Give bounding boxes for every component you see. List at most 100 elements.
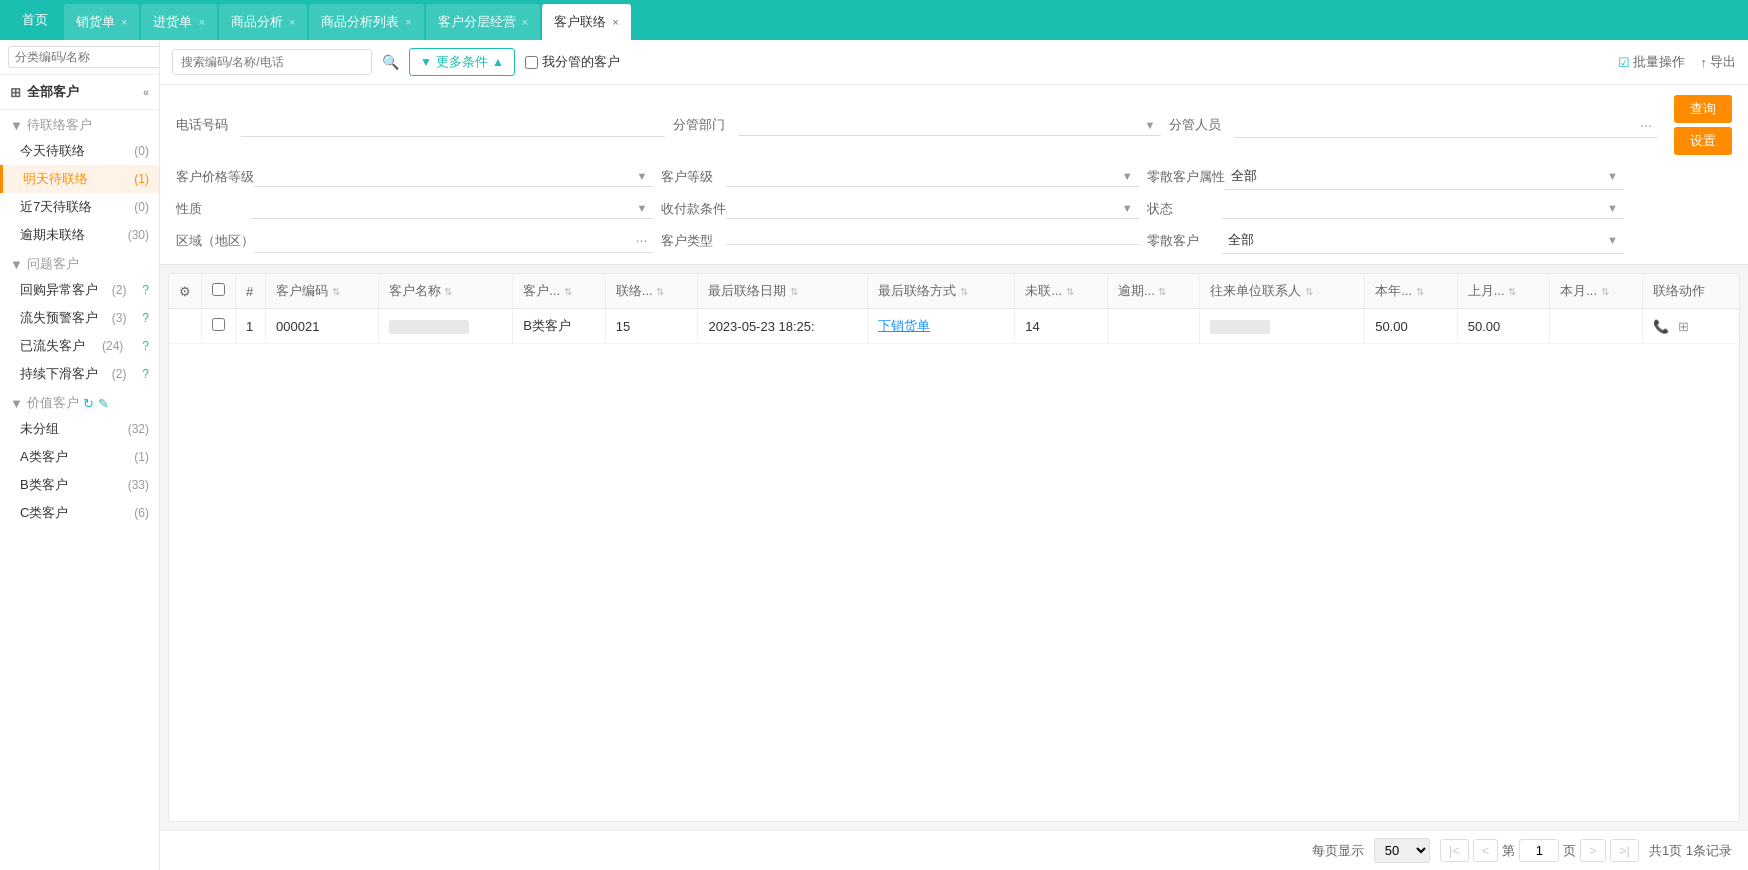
- row-checkbox[interactable]: [202, 309, 236, 344]
- page-number-input[interactable]: [1519, 839, 1559, 862]
- chevron-down-icon: ▼: [636, 170, 647, 182]
- chevron-down-icon: ▼: [1122, 202, 1133, 214]
- col-name[interactable]: 客户名称 ⇅: [378, 274, 513, 309]
- col-unreached[interactable]: 未联... ⇅: [1015, 274, 1108, 309]
- row-this-month: [1550, 309, 1643, 344]
- col-overdue[interactable]: 逾期... ⇅: [1107, 274, 1200, 309]
- sidebar-item-overdue[interactable]: 逾期未联络 (30): [0, 221, 159, 249]
- col-contacts[interactable]: 联络... ⇅: [605, 274, 698, 309]
- close-icon[interactable]: ×: [612, 16, 618, 28]
- sidebar-item-class-a[interactable]: A类客户 (1): [0, 443, 159, 471]
- next-page-button[interactable]: >: [1580, 839, 1606, 862]
- sidebar-item-churned[interactable]: 已流失客户 (24) ?: [0, 332, 159, 360]
- sidebar-item-7days[interactable]: 近7天待联络 (0): [0, 193, 159, 221]
- content-area: 🔍 ▼ 更多条件 ▲ 我分管的客户 ☑ 批量操作 ↑ 导出: [160, 40, 1748, 870]
- action-qr-icon[interactable]: ⊞: [1678, 319, 1689, 334]
- row-unit-contacts: [1200, 309, 1365, 344]
- sidebar-all-customers[interactable]: ⊞ 全部客户 «: [0, 75, 159, 110]
- page-label: 第: [1502, 842, 1515, 860]
- close-icon[interactable]: ×: [289, 16, 295, 28]
- prev-page-button[interactable]: <: [1473, 839, 1499, 862]
- nature-select[interactable]: ▼: [251, 198, 653, 219]
- set-button[interactable]: 设置: [1674, 127, 1732, 155]
- sidebar-group-title-problem[interactable]: ▼ 问题客户: [0, 249, 159, 276]
- last-page-button[interactable]: >|: [1610, 839, 1639, 862]
- close-icon[interactable]: ×: [522, 16, 528, 28]
- col-actions: 联络动作: [1642, 274, 1739, 309]
- collapse-icon: «: [143, 86, 149, 98]
- col-last-date[interactable]: 最后联络日期 ⇅: [698, 274, 868, 309]
- first-page-button[interactable]: |<: [1440, 839, 1469, 862]
- row-unreached: 14: [1015, 309, 1108, 344]
- per-page-select[interactable]: 50 100 200: [1374, 838, 1430, 863]
- row-this-year: 50.00: [1365, 309, 1458, 344]
- ellipsis-icon: ···: [1640, 117, 1652, 133]
- close-icon[interactable]: ×: [121, 16, 127, 28]
- sidebar-group-title-value[interactable]: ▼ 价值客户 ↻ ✎: [0, 388, 159, 415]
- col-settings[interactable]: ⚙: [169, 274, 202, 309]
- sidebar-item-tomorrow[interactable]: 明天待联络 (1): [0, 165, 159, 193]
- search-button[interactable]: 🔍: [382, 54, 399, 70]
- col-checkbox[interactable]: [202, 274, 236, 309]
- select-all-checkbox[interactable]: [212, 283, 225, 296]
- sidebar-item-declining[interactable]: 持续下滑客户 (2) ?: [0, 360, 159, 388]
- retail-attr-label: 零散客户属性: [1147, 168, 1225, 186]
- retail-customer-label: 零散客户: [1147, 232, 1222, 250]
- nav-item-product-analysis[interactable]: 商品分析 ×: [219, 4, 307, 40]
- status-select[interactable]: ▼: [1222, 198, 1624, 219]
- export-button[interactable]: ↑ 导出: [1701, 53, 1737, 71]
- payment-select[interactable]: ▼: [726, 198, 1138, 219]
- search-input[interactable]: [172, 49, 372, 75]
- row-select-checkbox[interactable]: [212, 318, 225, 331]
- row-index: 1: [236, 309, 266, 344]
- table-container: ⚙ # 客户编码 ⇅ 客户名称 ⇅ 客户... ⇅: [168, 273, 1740, 822]
- nav-item-customer-tier[interactable]: 客户分层经营 ×: [426, 4, 540, 40]
- close-icon[interactable]: ×: [405, 16, 411, 28]
- table-row: 1 000021 B类客户 15 2023-05-23 18:25: 下销货单 …: [169, 309, 1739, 344]
- col-index: #: [236, 274, 266, 309]
- my-customers-checkbox-label[interactable]: 我分管的客户: [525, 53, 620, 71]
- sidebar-item-ungrouped[interactable]: 未分组 (32): [0, 415, 159, 443]
- sidebar-item-today[interactable]: 今天待联络 (0): [0, 137, 159, 165]
- dept-select[interactable]: ▼: [738, 115, 1162, 136]
- sidebar-item-abnormal[interactable]: 回购异常客户 (2) ?: [0, 276, 159, 304]
- more-conditions-button[interactable]: ▼ 更多条件 ▲: [409, 48, 515, 76]
- row-last-date: 2023-05-23 18:25:: [698, 309, 868, 344]
- row-code: 000021: [266, 309, 379, 344]
- sidebar-group-problem: ▼ 问题客户 回购异常客户 (2) ? 流失预警客户 (3) ? 已流失客户 (…: [0, 249, 159, 388]
- query-button[interactable]: 查询: [1674, 95, 1732, 123]
- sidebar-item-churn-warning[interactable]: 流失预警客户 (3) ?: [0, 304, 159, 332]
- col-unit-contacts[interactable]: 往来单位联系人 ⇅: [1200, 274, 1365, 309]
- col-last-method[interactable]: 最后联络方式 ⇅: [867, 274, 1014, 309]
- customer-grade-label: 客户等级: [661, 168, 726, 186]
- sidebar-search-input[interactable]: [8, 46, 160, 68]
- sidebar-item-class-c[interactable]: C类客户 (6): [0, 499, 159, 527]
- batch-operation-button[interactable]: ☑ 批量操作: [1618, 53, 1685, 71]
- customer-grade-select[interactable]: ▼: [726, 166, 1138, 187]
- close-icon[interactable]: ×: [198, 16, 204, 28]
- row-last-month: 50.00: [1457, 309, 1550, 344]
- col-code[interactable]: 客户编码 ⇅: [266, 274, 379, 309]
- nav-item-purchase[interactable]: 进货单 ×: [141, 4, 216, 40]
- nav-item-sales[interactable]: 销货单 ×: [64, 4, 139, 40]
- col-this-year[interactable]: 本年... ⇅: [1365, 274, 1458, 309]
- col-last-month[interactable]: 上月... ⇅: [1457, 274, 1550, 309]
- chevron-down-icon: ▼: [1122, 170, 1133, 182]
- manager-select[interactable]: ···: [1234, 113, 1658, 138]
- action-phone-icon[interactable]: 📞: [1653, 319, 1669, 334]
- nav-item-customer-contact[interactable]: 客户联络 ×: [542, 4, 630, 40]
- row-last-method[interactable]: 下销货单: [867, 309, 1014, 344]
- col-this-month[interactable]: 本月... ⇅: [1550, 274, 1643, 309]
- sidebar-group-title-pending[interactable]: ▼ 待联络客户: [0, 110, 159, 137]
- nav-home[interactable]: 首页: [8, 0, 62, 40]
- region-select[interactable]: ···: [254, 228, 653, 253]
- price-grade-select[interactable]: ▼: [254, 166, 653, 187]
- retail-customer-select[interactable]: 全部 ▼: [1222, 227, 1624, 254]
- sidebar-item-class-b[interactable]: B类客户 (33): [0, 471, 159, 499]
- col-type[interactable]: 客户... ⇅: [513, 274, 606, 309]
- customer-type-select[interactable]: [726, 236, 1138, 245]
- nav-item-product-list[interactable]: 商品分析列表 ×: [309, 4, 423, 40]
- phone-input[interactable]: [241, 113, 665, 137]
- my-customers-checkbox[interactable]: [525, 56, 538, 69]
- retail-attr-select[interactable]: 全部 ▼: [1225, 163, 1624, 190]
